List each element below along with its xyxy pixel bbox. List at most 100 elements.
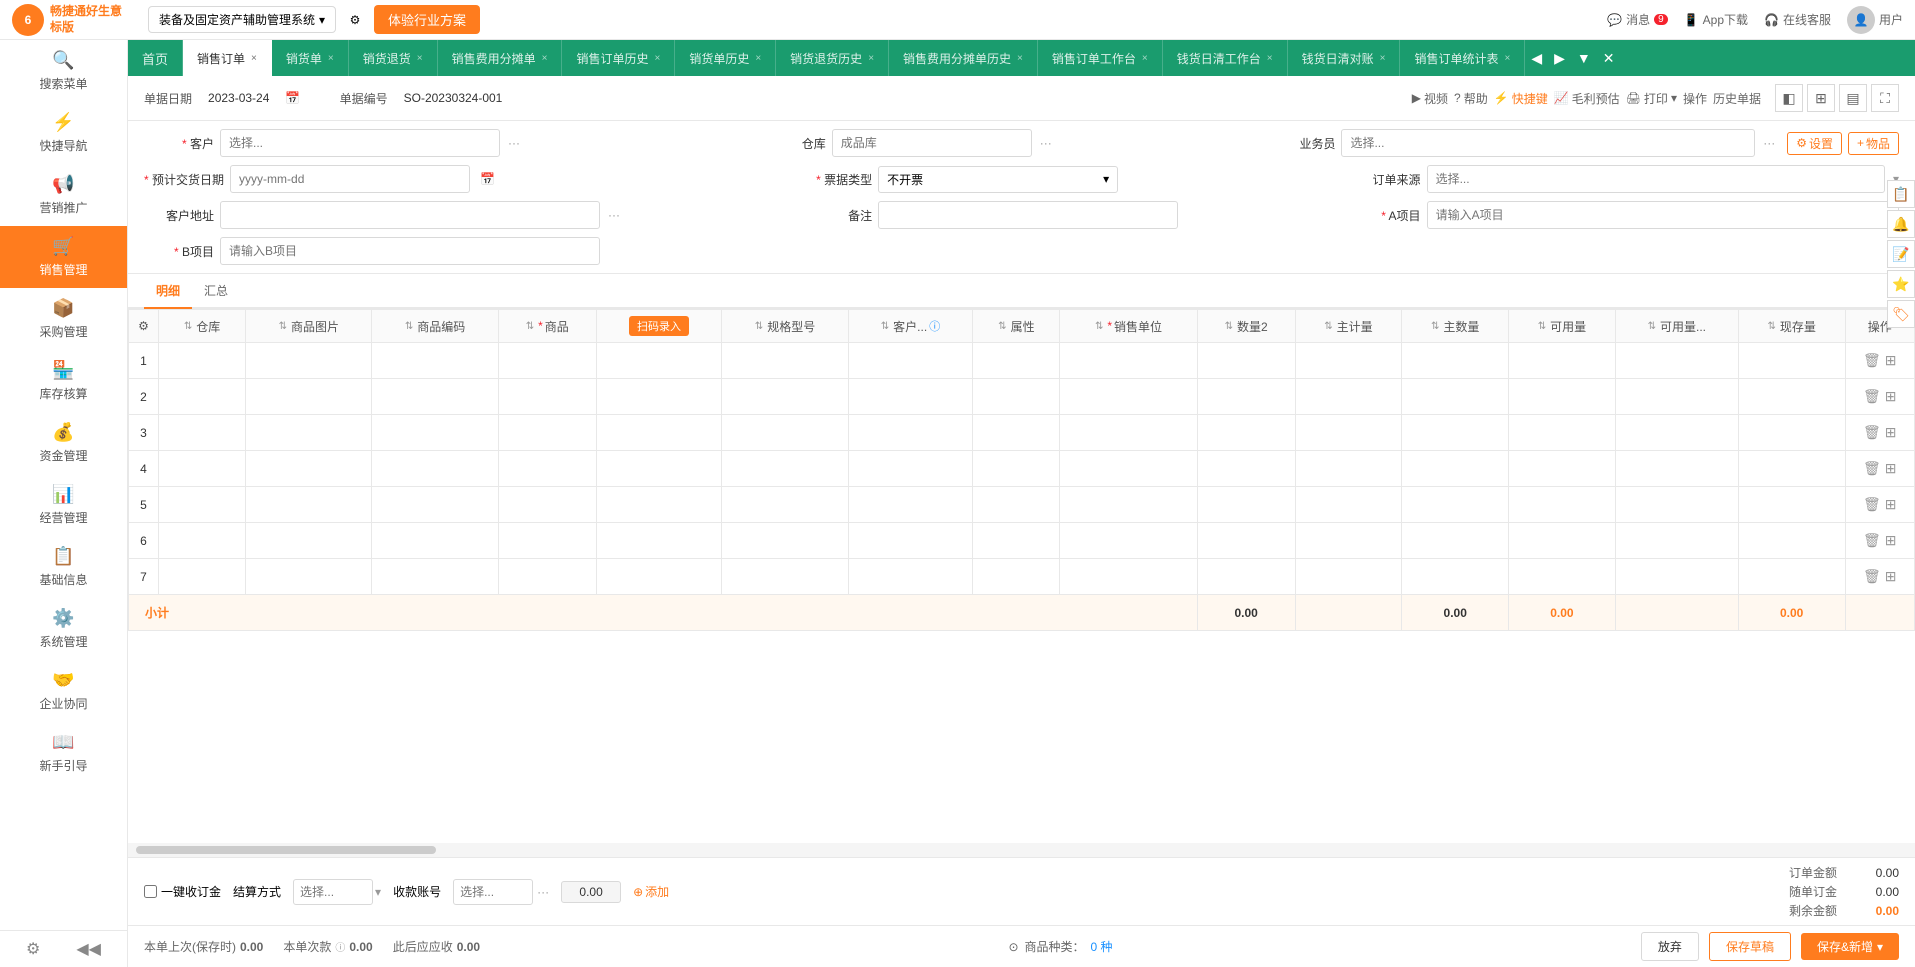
sidebar-item-basicinfo[interactable]: 📋 基础信息 <box>0 536 127 598</box>
tab-close-icon[interactable]: × <box>1504 53 1510 64</box>
address-input[interactable] <box>220 201 600 229</box>
help-btn[interactable]: ? 帮助 <box>1454 90 1488 107</box>
discard-button[interactable]: 放弃 <box>1641 932 1699 961</box>
row-mainqty-1[interactable] <box>1402 343 1509 379</box>
tab-close-icon[interactable]: × <box>755 53 761 64</box>
tab-home[interactable]: 首页 <box>128 40 183 76</box>
goods-count-value[interactable]: 0 种 <box>1091 938 1113 955</box>
row-customer-1[interactable] <box>848 343 973 379</box>
sidebar-item-marketing[interactable]: 📢 营销推广 <box>0 164 127 226</box>
tab-menu-btn[interactable]: ▼ <box>1571 40 1597 76</box>
tab-sales-return-history[interactable]: 销货退货历史 × <box>776 40 889 76</box>
one-click-check[interactable] <box>144 885 157 898</box>
delete-icon[interactable]: 🗑 <box>1863 424 1881 441</box>
settlement-dropdown[interactable]: ▾ <box>375 885 381 899</box>
copy-icon[interactable]: ⊞ <box>1885 424 1897 441</box>
tab-sales-bill-history[interactable]: 销货单历史 × <box>675 40 776 76</box>
tab-close-all-btn[interactable]: ✕ <box>1597 40 1621 76</box>
row-product-1[interactable] <box>498 343 596 379</box>
sidebar-item-guide[interactable]: 📖 新手引导 <box>0 722 127 784</box>
right-btn-3[interactable]: ▤ <box>1839 84 1867 112</box>
one-click-checkbox[interactable]: 一键收订金 <box>144 883 221 900</box>
delete-icon[interactable]: 🗑 <box>1863 496 1881 513</box>
delivery-input[interactable] <box>230 165 470 193</box>
operation-btn[interactable]: 操作 <box>1683 90 1707 107</box>
tab-sales-workbench[interactable]: 销售订单工作台 × <box>1038 40 1163 76</box>
tab-sales-stats[interactable]: 销售订单统计表 × <box>1400 40 1525 76</box>
float-btn-1[interactable]: 📋 <box>1887 180 1915 208</box>
copy-icon[interactable]: ⊞ <box>1885 568 1897 585</box>
online-service-btn[interactable]: 🎧 在线客服 <box>1764 11 1831 28</box>
tab-sales-order[interactable]: 销售订单 × <box>183 40 272 76</box>
row-warehouse-1[interactable] <box>159 343 246 379</box>
view-btn[interactable]: ▶ 视频 <box>1412 90 1448 107</box>
current-owe-hint[interactable]: ⓘ <box>335 939 345 954</box>
user-btn[interactable]: 👤 用户 <box>1847 6 1903 34</box>
tab-sales-fee-history[interactable]: 销售费用分摊单历史 × <box>889 40 1038 76</box>
b-project-input[interactable] <box>220 237 600 265</box>
a-project-input[interactable] <box>1427 201 1899 229</box>
staff-input[interactable] <box>1341 129 1755 157</box>
sidebar-item-enterprise[interactable]: 🤝 企业协同 <box>0 660 127 722</box>
settlement-input[interactable] <box>293 879 373 905</box>
th-settings[interactable]: ⚙ <box>129 310 159 343</box>
tab-close-icon[interactable]: × <box>654 53 660 64</box>
tab-sales-return[interactable]: 销货退货 × <box>349 40 438 76</box>
delete-icon[interactable]: 🗑 <box>1863 388 1881 405</box>
sidebar-item-sales[interactable]: 🛒 销售管理 <box>0 226 127 288</box>
system-selector[interactable]: 装备及固定资产辅助管理系统 ▾ <box>148 6 336 33</box>
remark-input[interactable] <box>878 201 1178 229</box>
copy-icon[interactable]: ⊞ <box>1885 532 1897 549</box>
account-dots[interactable]: ··· <box>537 885 549 899</box>
solution-button[interactable]: 体验行业方案 <box>374 5 480 34</box>
tab-close-icon[interactable]: × <box>1142 53 1148 64</box>
sidebar-settings-btn[interactable]: ⚙ <box>26 939 40 959</box>
copy-icon[interactable]: ⊞ <box>1885 460 1897 477</box>
sidebar-item-inventory[interactable]: 🏪 库存核算 <box>0 350 127 412</box>
account-input[interactable] <box>453 879 533 905</box>
staff-dots[interactable]: ··· <box>1763 136 1775 150</box>
float-btn-4[interactable]: ⭐ <box>1887 270 1915 298</box>
customer-input[interactable] <box>220 129 500 157</box>
settings-icon[interactable]: ⚙ <box>344 9 366 31</box>
sidebar-item-purchase[interactable]: 📦 采购管理 <box>0 288 127 350</box>
tab-cash-reconcile[interactable]: 钱货日清对账 × <box>1288 40 1401 76</box>
invoice-dropdown-icon[interactable]: ▾ <box>1103 172 1109 186</box>
sidebar-item-finance[interactable]: 💰 资金管理 <box>0 412 127 474</box>
dropdown-arrow-icon[interactable]: ▾ <box>1877 940 1883 954</box>
right-btn-fullscreen[interactable]: ⛶ <box>1871 84 1899 112</box>
tab-close-icon[interactable]: × <box>251 53 257 64</box>
row-qty2-1[interactable] <box>1197 343 1295 379</box>
scan-btn[interactable]: 扫码录入 <box>629 316 689 336</box>
float-btn-5[interactable]: 🏷 <box>1887 300 1915 328</box>
row-attr-1[interactable] <box>973 343 1060 379</box>
table-scrollbar[interactable] <box>128 843 1915 857</box>
sidebar-collapse-btn[interactable]: ◀◀ <box>76 939 101 959</box>
sub-tab-summary[interactable]: 汇总 <box>192 274 240 309</box>
save-new-button[interactable]: 保存&新增 ▾ <box>1801 933 1899 960</box>
copy-icon[interactable]: ⊞ <box>1885 352 1897 369</box>
tab-cash-workbench[interactable]: 钱货日清工作台 × <box>1163 40 1288 76</box>
sidebar-item-operations[interactable]: 📊 经营管理 <box>0 474 127 536</box>
calendar-icon-delivery[interactable]: 📅 <box>480 172 495 186</box>
history-btn[interactable]: 历史单据 <box>1713 90 1761 107</box>
tab-sales-order-history[interactable]: 销售订单历史 × <box>562 40 675 76</box>
message-btn[interactable]: 💬 消息 9 <box>1607 11 1668 28</box>
tab-close-icon[interactable]: × <box>868 53 874 64</box>
tab-prev-btn[interactable]: ◀ <box>1525 40 1548 76</box>
print-btn[interactable]: 🖨 打印 ▾ <box>1626 90 1677 107</box>
row-code-1[interactable] <box>372 343 498 379</box>
column-settings-btn[interactable]: ⚙ 设置 <box>1787 132 1842 155</box>
tab-next-btn[interactable]: ▶ <box>1548 40 1571 76</box>
sidebar-item-search[interactable]: 🔍 搜索菜单 <box>0 40 127 102</box>
copy-icon[interactable]: ⊞ <box>1885 388 1897 405</box>
tab-close-icon[interactable]: × <box>1017 53 1023 64</box>
right-btn-1[interactable]: ◧ <box>1775 84 1803 112</box>
sidebar-item-quick[interactable]: ⚡ 快捷导航 <box>0 102 127 164</box>
float-btn-2[interactable]: 🔔 <box>1887 210 1915 238</box>
row-spec-1[interactable] <box>722 343 848 379</box>
tab-close-icon[interactable]: × <box>328 53 334 64</box>
sub-tab-detail[interactable]: 明细 <box>144 274 192 309</box>
scrollbar-thumb[interactable] <box>136 846 436 854</box>
tab-close-icon[interactable]: × <box>542 53 548 64</box>
